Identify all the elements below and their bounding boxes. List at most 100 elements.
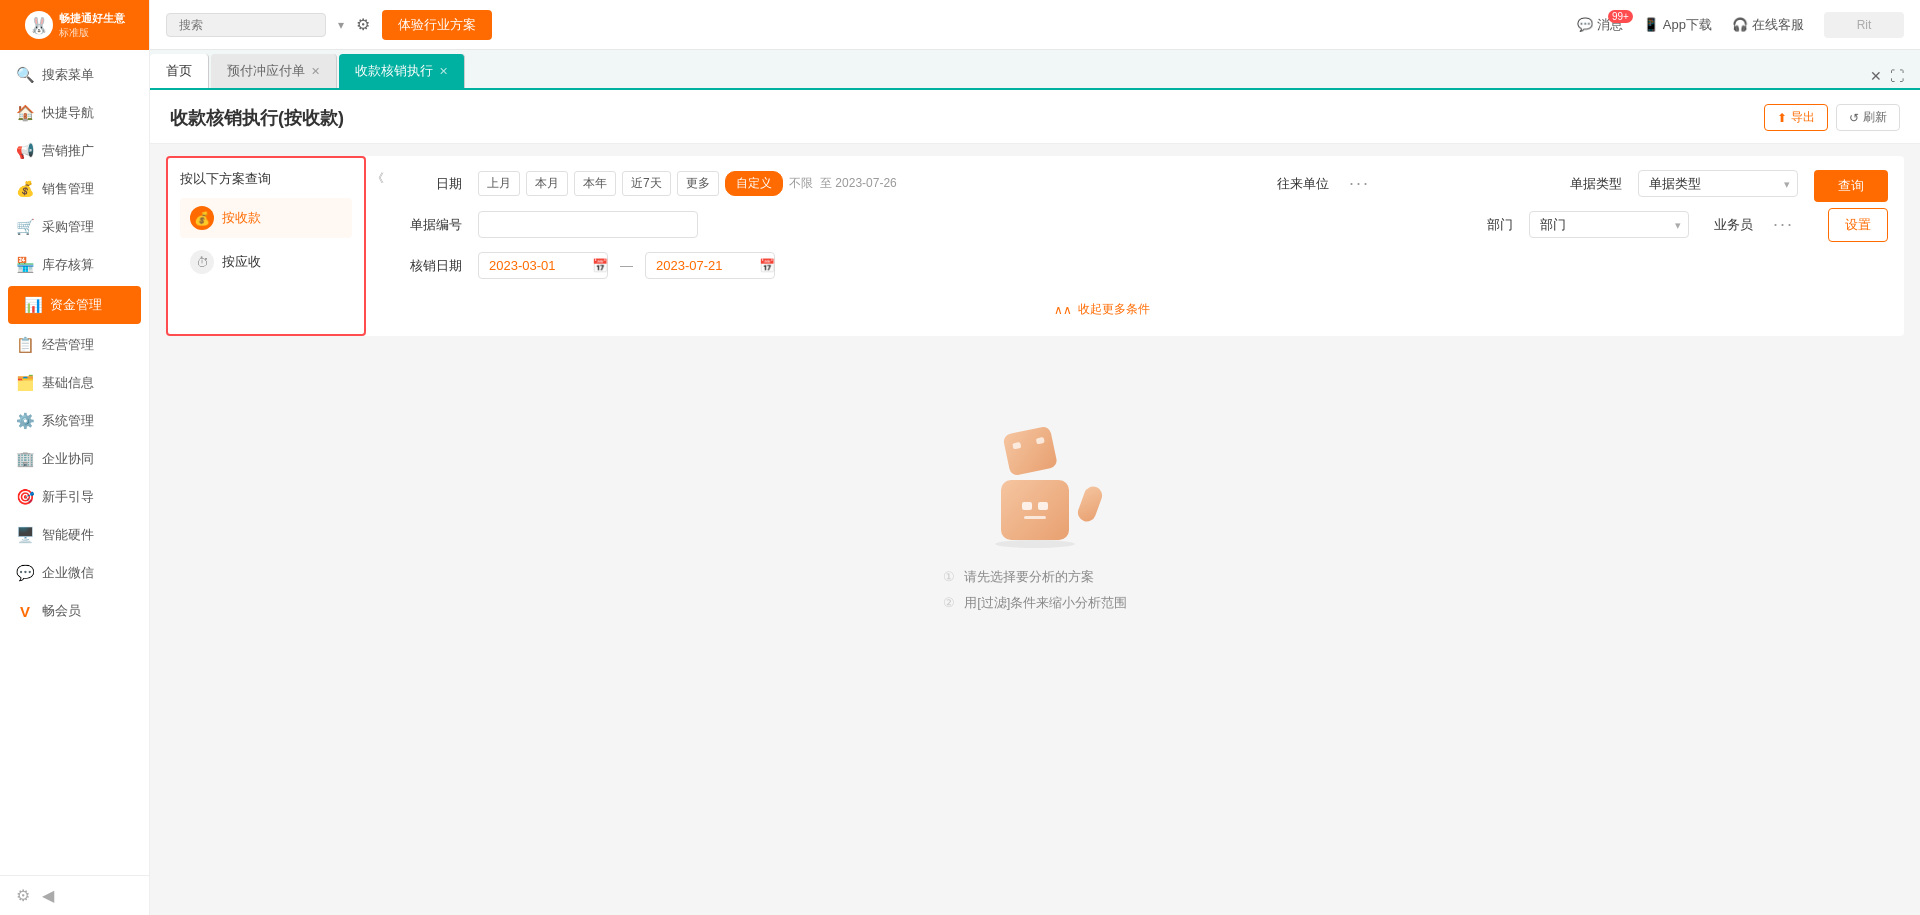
app-logo: 🐰 畅捷通好生意 标准版 [0, 0, 149, 50]
date-btn-this-year[interactable]: 本年 [574, 171, 616, 196]
sidebar-item-purchase[interactable]: 🛒 采购管理 [0, 208, 149, 246]
filter-panel: 按以下方案查询 💰 按收款 ⏱ 按应收 《 日期 上月 [166, 156, 1904, 336]
newbie-icon: 🎯 [16, 488, 34, 506]
home-icon: 🏠 [16, 104, 34, 122]
sidebar-nav: 🔍 搜索菜单 🏠 快捷导航 📢 营销推广 💰 销售管理 🛒 采购管理 🏪 库存核… [0, 50, 149, 875]
filter-section-title: 按以下方案查询 [180, 170, 352, 188]
calendar-end-icon[interactable]: 📅 [759, 258, 775, 273]
date-btn-this-month[interactable]: 本月 [526, 171, 568, 196]
solution-button[interactable]: 体验行业方案 [382, 10, 492, 40]
close-window-icon[interactable]: ✕ [1870, 68, 1882, 84]
sidebar-item-search[interactable]: 🔍 搜索菜单 [0, 56, 149, 94]
refresh-button[interactable]: ↺ 刷新 [1836, 104, 1900, 131]
headset-icon: 🎧 [1732, 17, 1748, 32]
counterparty-select[interactable]: ··· [1345, 173, 1374, 194]
doc-type-select-wrapper: 单据类型 [1638, 170, 1798, 197]
date-btn-more[interactable]: 更多 [677, 171, 719, 196]
collapse-sidebar-icon[interactable]: ◀ [42, 886, 54, 905]
page-header: 收款核销执行(按收款) ⬆ 导出 ↺ 刷新 [150, 90, 1920, 144]
tab-close-prepay[interactable]: ✕ [311, 65, 320, 78]
date-btn-last-month[interactable]: 上月 [478, 171, 520, 196]
tabbar-actions: ✕ ⛶ [1870, 68, 1920, 88]
topbar-search-input[interactable] [166, 13, 326, 37]
wechat-icon: 💬 [16, 564, 34, 582]
export-icon: ⬆ [1777, 111, 1787, 125]
collapse-filter-button[interactable]: 《 [366, 156, 390, 336]
tab-prepay[interactable]: 预付冲应付单 ✕ [211, 54, 337, 88]
calendar-start-icon[interactable]: 📅 [592, 258, 608, 273]
sidebar-item-newbie[interactable]: 🎯 新手引导 [0, 478, 149, 516]
receivable-option-icon: ⏱ [190, 250, 214, 274]
tabbar: 首页 预付冲应付单 ✕ 收款核销执行 ✕ ✕ ⛶ [150, 50, 1920, 90]
export-button[interactable]: ⬆ 导出 [1764, 104, 1828, 131]
tab-home[interactable]: 首页 [150, 54, 209, 88]
filter-row-2: 单据编号 部门 部门 业务员 ··· [406, 211, 1798, 238]
maximize-icon[interactable]: ⛶ [1890, 68, 1904, 84]
verify-date-start-input[interactable] [478, 252, 608, 279]
app-download-button[interactable]: 📱 App下载 [1643, 16, 1712, 34]
user-avatar[interactable]: Rit [1824, 12, 1904, 38]
search-icon: 🔍 [16, 66, 34, 84]
date-btn-custom[interactable]: 自定义 [725, 171, 783, 196]
sidebar-item-wechat[interactable]: 💬 企业微信 [0, 554, 149, 592]
sidebar-item-marketing[interactable]: 📢 营销推广 [0, 132, 149, 170]
sidebar-item-inventory[interactable]: 🏪 库存核算 [0, 246, 149, 284]
topbar-right-group: 💬 消息 99+ 📱 App下载 🎧 在线客服 Rit [1577, 12, 1904, 38]
setting-button[interactable]: 设置 [1828, 208, 1888, 242]
smart-hw-icon: 🖥️ [16, 526, 34, 544]
doc-type-label: 单据类型 [1566, 175, 1622, 193]
sidebar-item-quick-nav[interactable]: 🏠 快捷导航 [0, 94, 149, 132]
logo-text: 畅捷通好生意 标准版 [59, 11, 125, 40]
finance-icon: 📊 [24, 296, 42, 314]
message-badge: 99+ [1608, 10, 1633, 23]
content-area: 收款核销执行(按收款) ⬆ 导出 ↺ 刷新 按以下方案查询 💰 按收款 [150, 90, 1920, 915]
message-button[interactable]: 💬 消息 99+ [1577, 16, 1623, 34]
counterparty-label: 往来单位 [1273, 175, 1329, 193]
basic-icon: 🗂️ [16, 374, 34, 392]
sidebar-item-basic[interactable]: 🗂️ 基础信息 [0, 364, 149, 402]
date-range-display: 不限 至 2023-07-26 [789, 175, 897, 192]
sidebar-item-smart-hw[interactable]: 🖥️ 智能硬件 [0, 516, 149, 554]
sidebar-item-operations[interactable]: 📋 经营管理 [0, 326, 149, 364]
message-icon: 💬 [1577, 17, 1593, 32]
empty-illustration [965, 428, 1105, 548]
app-download-icon: 📱 [1643, 17, 1659, 32]
date-quick-group: 上月 本月 本年 近7天 更多 自定义 不限 至 2023-07-26 [478, 171, 897, 196]
page-actions: ⬆ 导出 ↺ 刷新 [1764, 104, 1900, 131]
dept-select[interactable]: 部门 [1529, 211, 1689, 238]
sidebar-item-finance[interactable]: 📊 资金管理 [8, 286, 141, 324]
filter-option-by-receipt[interactable]: 💰 按收款 [180, 198, 352, 238]
query-button[interactable]: 查询 [1814, 170, 1888, 202]
sidebar-item-sales[interactable]: 💰 销售管理 [0, 170, 149, 208]
dropdown-arrow-icon[interactable]: ▾ [338, 18, 344, 32]
doc-no-input[interactable] [478, 211, 698, 238]
filter-option-by-receivable[interactable]: ⏱ 按应收 [180, 242, 352, 282]
salesperson-select[interactable]: ··· [1769, 214, 1798, 235]
doc-type-select[interactable]: 单据类型 [1638, 170, 1798, 197]
marketing-icon: 📢 [16, 142, 34, 160]
tab-close-receipt-verify[interactable]: ✕ [439, 65, 448, 78]
empty-state: ① 请先选择要分析的方案 ② 用[过滤]条件来缩小分析范围 [150, 348, 1920, 696]
receipt-option-icon: 💰 [190, 206, 214, 230]
filter-left-panel: 按以下方案查询 💰 按收款 ⏱ 按应收 [166, 156, 366, 336]
sidebar-item-system[interactable]: ⚙️ 系统管理 [0, 402, 149, 440]
filter-row-1: 日期 上月 本月 本年 近7天 更多 自定义 不限 至 2023-07-26 [406, 170, 1798, 197]
tab-receipt-verify[interactable]: 收款核销执行 ✕ [339, 54, 465, 88]
logo-icon: 🐰 [25, 11, 53, 39]
verify-date-end-input[interactable] [645, 252, 775, 279]
online-service-button[interactable]: 🎧 在线客服 [1732, 16, 1804, 34]
salesperson-label: 业务员 [1705, 216, 1753, 234]
gear-icon[interactable]: ⚙ [356, 15, 370, 34]
collapse-more-button[interactable]: ∧∧ 收起更多条件 [406, 293, 1798, 322]
date-btn-7days[interactable]: 近7天 [622, 171, 671, 196]
filter-row-3: 核销日期 📅 — 📅 [406, 252, 1798, 279]
empty-tip-2: ② 用[过滤]条件来缩小分析范围 [943, 590, 1128, 616]
sidebar-item-vip[interactable]: V 畅会员 [0, 592, 149, 630]
empty-tip-1: ① 请先选择要分析的方案 [943, 564, 1128, 590]
verify-date-label: 核销日期 [406, 257, 462, 275]
inventory-icon: 🏪 [16, 256, 34, 274]
sidebar-item-enterprise[interactable]: 🏢 企业协同 [0, 440, 149, 478]
settings-icon[interactable]: ⚙ [16, 886, 30, 905]
doc-no-label: 单据编号 [406, 216, 462, 234]
main-content: ▾ ⚙ 体验行业方案 💬 消息 99+ 📱 App下载 🎧 在线客服 Rit 首… [150, 0, 1920, 915]
